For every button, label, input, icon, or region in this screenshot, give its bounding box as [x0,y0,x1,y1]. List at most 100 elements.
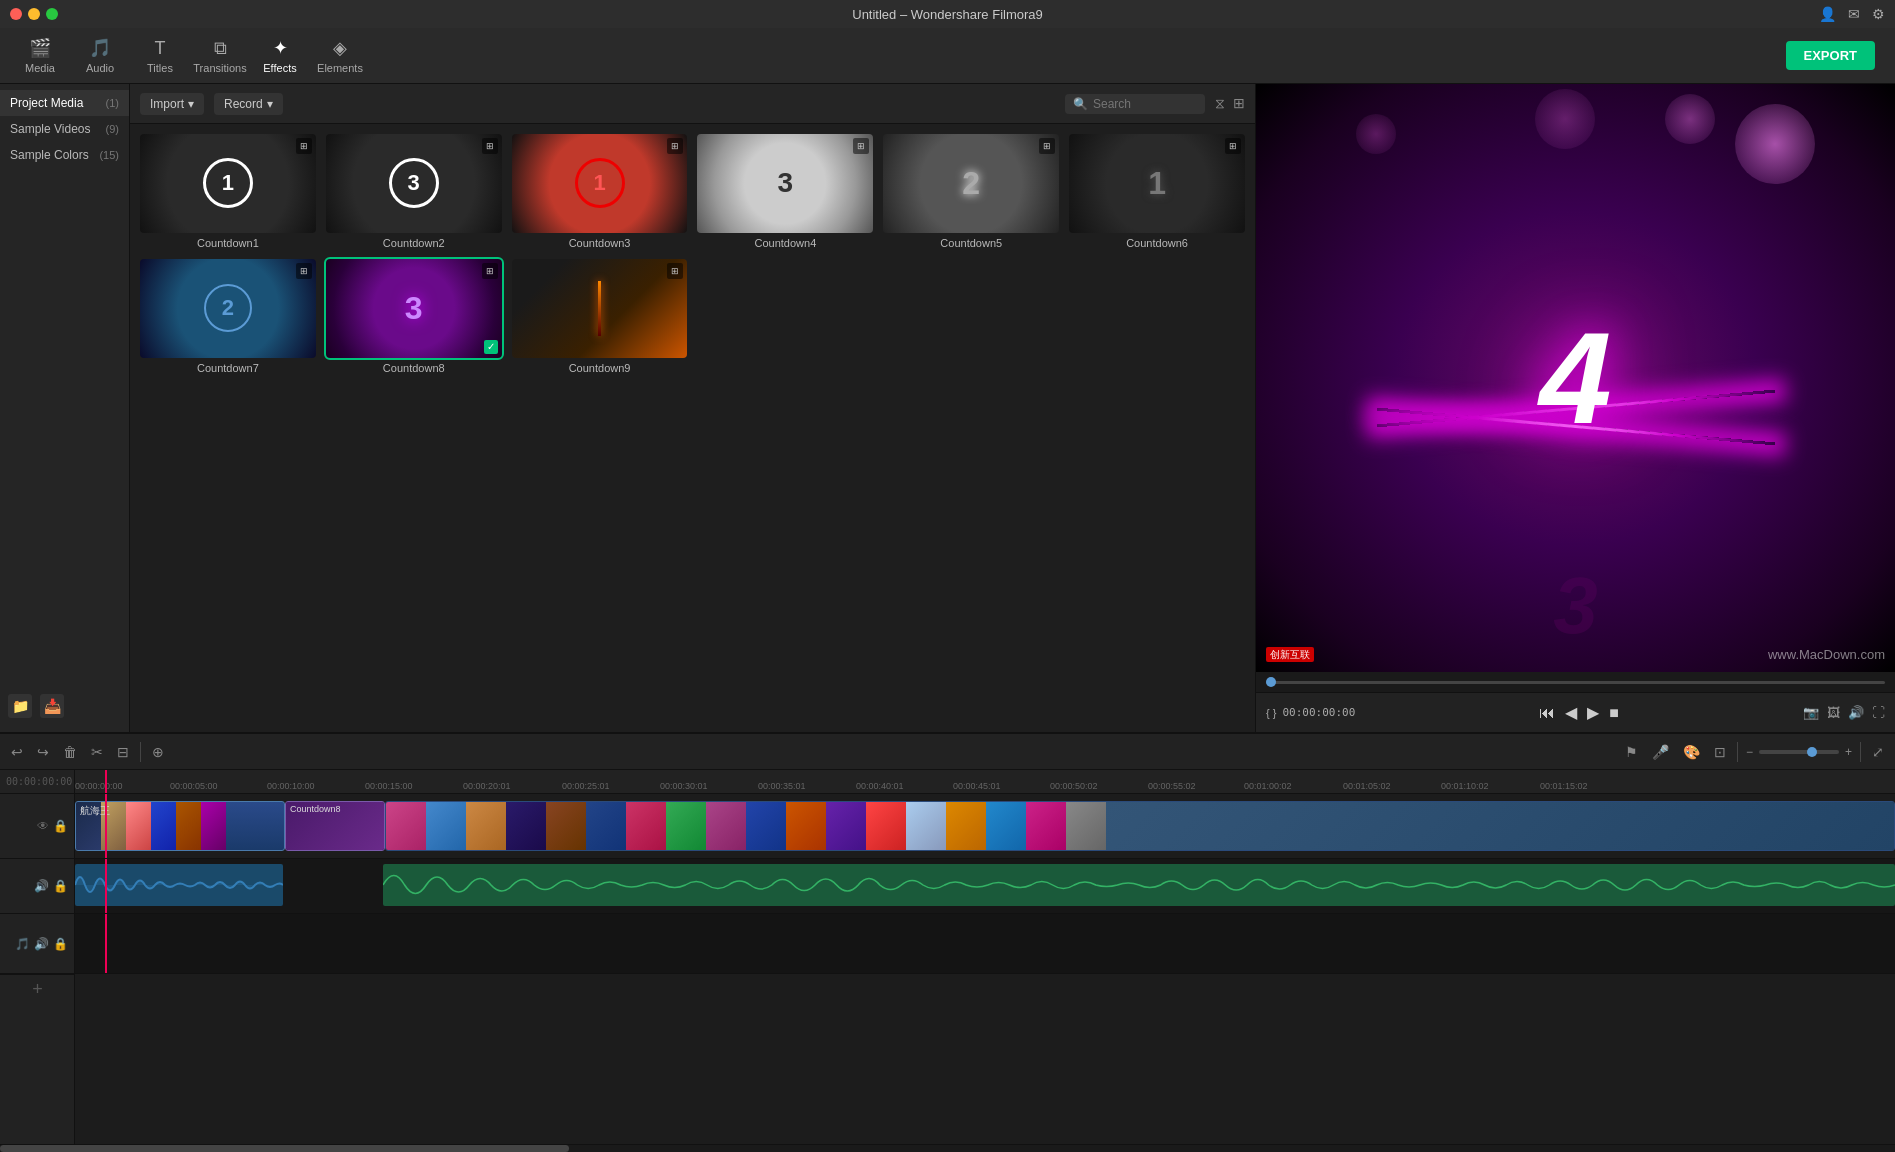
search-input[interactable] [1093,97,1193,111]
record-dropdown[interactable]: Record ▾ [214,93,283,115]
timeline-scrollbar[interactable] [0,1144,1895,1152]
toolbar-audio[interactable]: 🎵 Audio [70,31,130,81]
pip-tl-icon[interactable]: ⊡ [1711,741,1729,763]
add-media-button[interactable]: ⊕ [149,741,167,763]
step-back-button[interactable]: ⏮ [1539,704,1555,722]
music-volume-icon[interactable]: 🔊 [34,937,49,951]
time-40: 00:00:40:01 [856,781,904,791]
volume-icon[interactable]: 🔊 [1848,705,1864,720]
zoom-handle[interactable] [1807,747,1817,757]
export-button[interactable]: EXPORT [1786,41,1875,70]
stop-button[interactable]: ■ [1609,704,1619,722]
toolbar-elements[interactable]: ◈ Elements [310,31,370,81]
video-clip-anime[interactable] [385,801,1895,851]
playhead-audio1 [105,859,107,913]
media-item-countdown1[interactable]: 1 ⊞ Countdown1 [140,134,316,249]
media-item-countdown4[interactable]: 3 ⊞ Countdown4 [697,134,873,249]
snapshot-icon[interactable]: 📷 [1803,705,1819,720]
sidebar-item-sample-colors[interactable]: Sample Colors (15) [0,142,129,168]
audio-icon: 🎵 [89,37,111,59]
zoom-in-icon[interactable]: + [1845,745,1852,759]
settings-icon[interactable]: ⚙ [1872,6,1885,22]
play-back-button[interactable]: ◀ [1565,703,1577,722]
toolbar-effects[interactable]: ✦ Effects [250,31,310,81]
time-ruler: 00:00:00:00 00:00:05:00 00:00:10:00 00:0… [75,770,1895,794]
new-folder-button[interactable]: 📁 [8,694,32,718]
add-track-button[interactable]: + [0,974,75,1004]
thumb-icon-cd9: ⊞ [667,263,683,279]
video-clip-countdown8[interactable]: Countdown8 [285,801,385,851]
music-track-label: 🎵 🔊 🔒 [0,914,74,974]
music-lock-icon[interactable]: 🔒 [53,937,68,951]
thumb-icon-cd5: ⊞ [1039,138,1055,154]
zoom-slider[interactable] [1759,750,1839,754]
scrubber-handle[interactable] [1266,677,1276,687]
video-track-label: 👁 🔒 [0,794,74,859]
playhead[interactable] [105,770,107,793]
time-55: 00:00:55:02 [1148,781,1196,791]
toolbar-media[interactable]: 🎬 Media [10,31,70,81]
account-icon[interactable]: 👤 [1819,6,1836,22]
scrubber-bar[interactable] [1266,681,1885,684]
play-button[interactable]: ▶ [1587,703,1599,722]
undo-button[interactable]: ↩ [8,741,26,763]
countdown3-label: Countdown3 [512,237,688,249]
lock-icon[interactable]: 🔒 [53,819,68,833]
media-item-countdown9[interactable]: ⊞ Countdown9 [512,259,688,374]
media-item-countdown8[interactable]: 3 ⊞ ✓ Countdown8 [326,259,502,374]
sidebar-item-project-media[interactable]: Project Media (1) [0,90,129,116]
countdown1-thumb: 1 ⊞ [140,134,316,233]
pip-icon[interactable]: 🖼 [1827,705,1840,720]
filter-icon[interactable]: ⧖ [1215,95,1225,112]
countdown2-thumb: 3 ⊞ [326,134,502,233]
music-track [75,914,1895,974]
audio-detach-icon[interactable]: 🎤 [1649,741,1672,763]
music-icon[interactable]: 🎵 [15,937,30,951]
split-button[interactable]: ⊟ [114,741,132,763]
media-item-countdown6[interactable]: 1 ⊞ Countdown6 [1069,134,1245,249]
redo-button[interactable]: ↪ [34,741,52,763]
toolbar-titles[interactable]: T Titles [130,31,190,81]
traffic-lights [10,8,58,20]
timeline-toolbar: ↩ ↪ 🗑 ✂ ⊟ ⊕ ⚑ 🎤 🎨 ⊡ − + ⤢ [0,734,1895,770]
transitions-icon: ⧉ [214,38,227,59]
track-labels: 00:00:00:00 👁 🔒 🔊 🔒 🎵 🔊 🔒 + [0,770,75,1144]
media-item-countdown5[interactable]: 2 ⊞ Countdown5 [883,134,1059,249]
preview-scrubber[interactable] [1256,672,1895,692]
color-match-icon[interactable]: 🎨 [1680,741,1703,763]
delete-button[interactable]: 🗑 [60,741,80,763]
fit-timeline-button[interactable]: ⤢ [1869,741,1887,763]
time-45: 00:00:45:01 [953,781,1001,791]
fullscreen-icon[interactable]: ⛶ [1872,705,1885,720]
eye-icon[interactable]: 👁 [37,819,49,833]
sidebar-bottom: 📁 📥 [0,686,129,726]
cut-button[interactable]: ✂ [88,741,106,763]
main-toolbar: 🎬 Media 🎵 Audio T Titles ⧉ Transitions ✦… [0,28,1895,84]
preview-timecode: 00:00:00:00 [1282,706,1355,719]
playhead-music [105,914,107,973]
preview-logo: 创新互联 [1266,648,1314,662]
toolbar-divider2 [1737,742,1738,762]
timeline-area: ↩ ↪ 🗑 ✂ ⊟ ⊕ ⚑ 🎤 🎨 ⊡ − + ⤢ 00:00:00:00 [0,732,1895,1152]
audio-lock-icon[interactable]: 🔒 [53,879,68,893]
media-item-countdown2[interactable]: 3 ⊞ Countdown2 [326,134,502,249]
audio-eye-icon[interactable]: 🔊 [34,879,49,893]
clip-speed-icon[interactable]: ⚑ [1622,741,1641,763]
import-dropdown[interactable]: Import ▾ [140,93,204,115]
message-icon[interactable]: ✉ [1848,6,1860,22]
media-item-countdown3[interactable]: 1 ⊞ Countdown3 [512,134,688,249]
media-item-countdown7[interactable]: 2 ⊞ Countdown7 [140,259,316,374]
toolbar-transitions[interactable]: ⧉ Transitions [190,31,250,81]
fullscreen-button[interactable] [46,8,58,20]
grid-icon[interactable]: ⊞ [1233,95,1245,112]
countdown4-thumb: 3 ⊞ [697,134,873,233]
zoom-out-icon[interactable]: − [1746,745,1753,759]
close-button[interactable] [10,8,22,20]
scroll-handle[interactable] [0,1145,569,1152]
import-button-small[interactable]: 📥 [40,694,64,718]
playhead-video [105,794,107,858]
time-20: 00:00:20:01 [463,781,511,791]
effects-label: Effects [263,62,296,74]
sidebar-item-sample-videos[interactable]: Sample Videos (9) [0,116,129,142]
minimize-button[interactable] [28,8,40,20]
